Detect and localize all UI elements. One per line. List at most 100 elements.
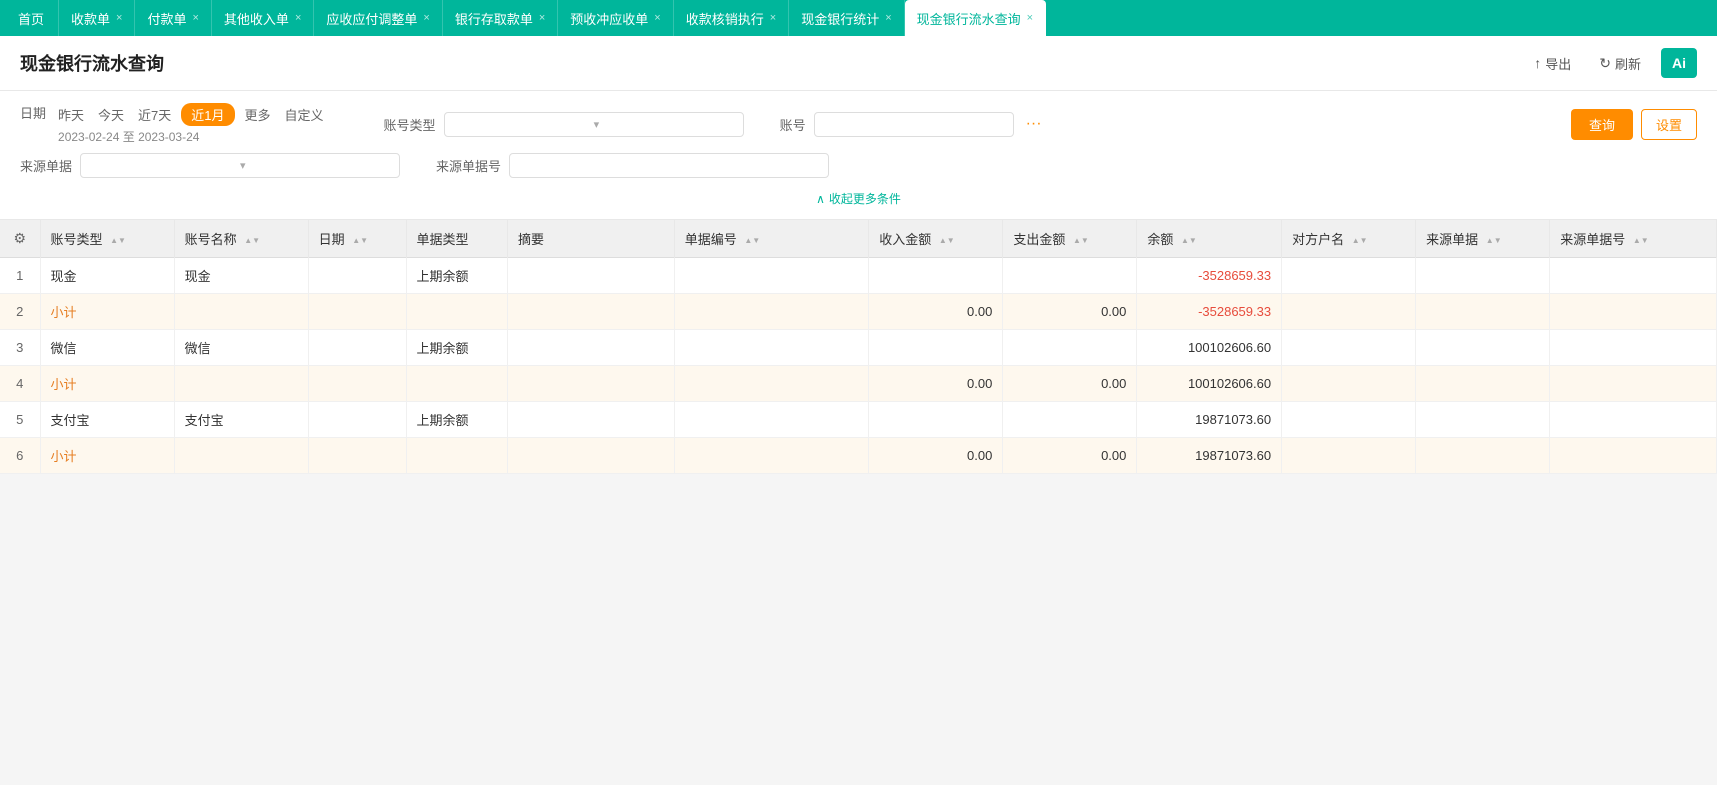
cell-doc-type bbox=[406, 366, 507, 402]
th-account-type-label: 账号类型 bbox=[51, 232, 103, 247]
source-doc-num-container[interactable] bbox=[509, 153, 829, 178]
settings-button[interactable]: 设置 bbox=[1641, 109, 1697, 140]
cell-summary bbox=[508, 438, 675, 474]
nav-item-bank-deposit[interactable]: 银行存取款单 × bbox=[443, 0, 558, 36]
cell-income: 0.00 bbox=[869, 438, 1003, 474]
close-icon[interactable]: × bbox=[885, 12, 891, 24]
account-input-container[interactable] bbox=[814, 112, 1014, 137]
account-more-button[interactable]: ··· bbox=[1022, 115, 1046, 133]
source-doc-num-input[interactable] bbox=[518, 158, 820, 173]
account-type-value bbox=[453, 117, 594, 132]
nav-label-ar-ap-adjust: 应收应付调整单 bbox=[326, 9, 417, 28]
date-option-7days[interactable]: 近7天 bbox=[134, 103, 175, 126]
th-expense[interactable]: 支出金额 ▲▼ bbox=[1003, 220, 1137, 258]
account-type-select[interactable]: ▾ bbox=[444, 112, 744, 137]
date-option-custom[interactable]: 自定义 bbox=[281, 103, 328, 126]
cell-account-type: 小计 bbox=[40, 294, 174, 330]
th-balance[interactable]: 余额 ▲▼ bbox=[1137, 220, 1282, 258]
cell-source-doc bbox=[1416, 366, 1550, 402]
nav-item-cash-flow[interactable]: 现金银行流水查询 × bbox=[905, 0, 1046, 36]
cell-account-name bbox=[174, 294, 308, 330]
sort-icon: ▲▼ bbox=[939, 237, 955, 245]
close-icon[interactable]: × bbox=[539, 12, 545, 24]
nav-item-cash-stat[interactable]: 现金银行统计 × bbox=[789, 0, 904, 36]
th-doc-type[interactable]: 单据类型 bbox=[406, 220, 507, 258]
th-source-doc-no[interactable]: 来源单据号 ▲▼ bbox=[1550, 220, 1717, 258]
th-date[interactable]: 日期 ▲▼ bbox=[308, 220, 406, 258]
close-icon[interactable]: × bbox=[770, 12, 776, 24]
nav-item-home[interactable]: 首页 bbox=[4, 0, 59, 36]
date-option-yesterday[interactable]: 昨天 bbox=[54, 103, 88, 126]
th-account-type[interactable]: 账号类型 ▲▼ bbox=[40, 220, 174, 258]
export-button[interactable]: ↑ 导出 bbox=[1526, 50, 1579, 77]
collapse-bar[interactable]: ∧ 收起更多条件 bbox=[20, 186, 1697, 211]
nav-item-payment[interactable]: 付款单 × bbox=[135, 0, 211, 36]
cell-source-doc-no bbox=[1550, 438, 1717, 474]
cell-doc-type: 上期余额 bbox=[406, 258, 507, 294]
cell-source-doc-no bbox=[1550, 258, 1717, 294]
refresh-icon: ↻ bbox=[1599, 55, 1611, 72]
close-icon[interactable]: × bbox=[295, 12, 301, 24]
th-account-name[interactable]: 账号名称 ▲▼ bbox=[174, 220, 308, 258]
th-summary[interactable]: 摘要 bbox=[508, 220, 675, 258]
cell-balance: 100102606.60 bbox=[1137, 366, 1282, 402]
source-doc-group: 来源单据 ▾ bbox=[20, 153, 400, 178]
sort-icon: ▲▼ bbox=[1352, 237, 1368, 245]
close-icon[interactable]: × bbox=[654, 12, 660, 24]
row-number: 3 bbox=[0, 330, 40, 366]
account-input[interactable] bbox=[823, 117, 1005, 132]
date-option-today[interactable]: 今天 bbox=[94, 103, 128, 126]
close-icon[interactable]: × bbox=[192, 12, 198, 24]
collapse-up-icon: ∧ bbox=[816, 192, 825, 206]
close-icon[interactable]: × bbox=[116, 12, 122, 24]
export-label: 导出 bbox=[1545, 54, 1571, 73]
th-source-doc[interactable]: 来源单据 ▲▼ bbox=[1416, 220, 1550, 258]
cell-source-doc bbox=[1416, 258, 1550, 294]
query-button[interactable]: 查询 bbox=[1571, 109, 1633, 140]
th-counterpart[interactable]: 对方户名 ▲▼ bbox=[1282, 220, 1416, 258]
cell-income bbox=[869, 402, 1003, 438]
nav-item-pre-collect[interactable]: 预收冲应收单 × bbox=[558, 0, 673, 36]
cell-source-doc bbox=[1416, 330, 1550, 366]
account-label: 账号 bbox=[780, 115, 806, 134]
nav-item-ar-ap-adjust[interactable]: 应收应付调整单 × bbox=[314, 0, 442, 36]
source-doc-label: 来源单据 bbox=[20, 156, 72, 175]
th-settings[interactable]: ⚙ bbox=[0, 220, 40, 258]
source-doc-select[interactable]: ▾ bbox=[80, 153, 400, 178]
nav-label-pre-collect: 预收冲应收单 bbox=[570, 9, 648, 28]
refresh-button[interactable]: ↻ 刷新 bbox=[1591, 50, 1649, 77]
cell-source-doc bbox=[1416, 402, 1550, 438]
settings-icon[interactable]: ⚙ bbox=[13, 230, 26, 246]
nav-label-home: 首页 bbox=[18, 9, 44, 28]
cell-expense: 0.00 bbox=[1003, 294, 1137, 330]
close-icon[interactable]: × bbox=[1027, 12, 1033, 24]
data-table: ⚙ 账号类型 ▲▼ 账号名称 ▲▼ 日期 ▲▼ 单据类型 摘 bbox=[0, 220, 1717, 474]
date-option-1month[interactable]: 近1月 bbox=[181, 103, 234, 126]
row-number: 2 bbox=[0, 294, 40, 330]
sort-icon: ▲▼ bbox=[1486, 237, 1502, 245]
th-doc-type-label: 单据类型 bbox=[417, 232, 469, 247]
cell-summary bbox=[508, 330, 675, 366]
page-title: 现金银行流水查询 bbox=[20, 50, 164, 76]
close-icon[interactable]: × bbox=[423, 12, 429, 24]
th-account-name-label: 账号名称 bbox=[185, 232, 237, 247]
nav-item-receipt[interactable]: 收款单 × bbox=[59, 0, 135, 36]
th-doc-no[interactable]: 单据编号 ▲▼ bbox=[674, 220, 869, 258]
table-header-row: ⚙ 账号类型 ▲▼ 账号名称 ▲▼ 日期 ▲▼ 单据类型 摘 bbox=[0, 220, 1717, 258]
th-income[interactable]: 收入金额 ▲▼ bbox=[869, 220, 1003, 258]
cell-balance: -3528659.33 bbox=[1137, 258, 1282, 294]
nav-item-other-income[interactable]: 其他收入单 × bbox=[212, 0, 314, 36]
cell-date bbox=[308, 438, 406, 474]
nav-item-verify-exec[interactable]: 收款核销执行 × bbox=[674, 0, 789, 36]
cell-counterpart bbox=[1282, 330, 1416, 366]
account-type-label: 账号类型 bbox=[384, 115, 436, 134]
cell-counterpart bbox=[1282, 438, 1416, 474]
ai-button[interactable]: Ai bbox=[1661, 48, 1697, 78]
nav-label-receipt: 收款单 bbox=[71, 9, 110, 28]
nav-label-other-income: 其他收入单 bbox=[224, 9, 289, 28]
date-option-more[interactable]: 更多 bbox=[241, 103, 275, 126]
cell-account-name: 微信 bbox=[174, 330, 308, 366]
refresh-label: 刷新 bbox=[1615, 54, 1641, 73]
cell-summary bbox=[508, 258, 675, 294]
collapse-label: 收起更多条件 bbox=[829, 190, 901, 207]
